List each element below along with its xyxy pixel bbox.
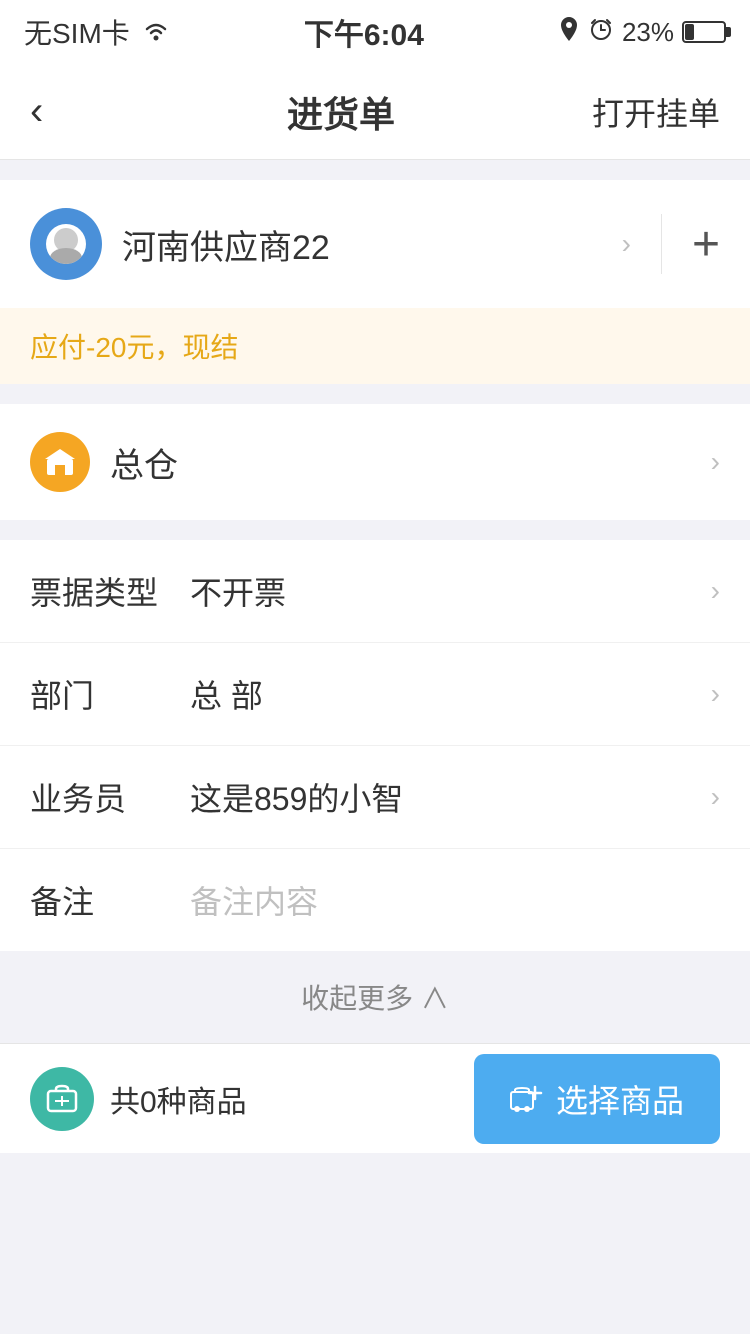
- section-gap-3: [0, 520, 750, 540]
- notice-banner: 应付-20元，现结: [0, 308, 750, 384]
- vertical-divider: [661, 214, 662, 274]
- salesman-value: 这是859的小智: [190, 774, 711, 820]
- collapse-button[interactable]: 收起更多 ∧: [0, 951, 750, 1043]
- status-left: 无SIM卡: [24, 12, 170, 52]
- status-right: 23%: [558, 15, 726, 50]
- supplier-name: 河南供应商22: [122, 220, 622, 269]
- supplier-section: 河南供应商22 › + 应付-20元，现结: [0, 180, 750, 384]
- select-product-label: 选择商品: [556, 1076, 684, 1122]
- collapse-label: 收起更多 ∧: [301, 983, 449, 1014]
- department-label: 部门: [30, 671, 190, 717]
- salesman-label: 业务员: [30, 774, 190, 820]
- battery-percent: 23%: [622, 17, 674, 48]
- department-value: 总 部: [190, 671, 711, 717]
- main-content: 河南供应商22 › + 应付-20元，现结 总仓 ›: [0, 160, 750, 1334]
- product-count-label: 共0种商品: [110, 1077, 247, 1121]
- warehouse-icon: [30, 432, 90, 492]
- status-bar: 无SIM卡 下午6:04 23%: [0, 0, 750, 64]
- status-time: 下午6:04: [304, 10, 424, 54]
- invoice-type-value: 不开票: [190, 568, 711, 614]
- open-pending-button[interactable]: 打开挂单: [592, 89, 720, 135]
- warehouse-row[interactable]: 总仓 ›: [0, 404, 750, 520]
- salesman-chevron-icon: ›: [711, 781, 720, 813]
- supplier-avatar: [30, 208, 102, 280]
- remark-label: 备注: [30, 877, 190, 923]
- back-button[interactable]: ‹: [30, 89, 90, 134]
- warehouse-chevron-icon: ›: [711, 446, 720, 478]
- department-chevron-icon: ›: [711, 678, 720, 710]
- invoice-type-label: 票据类型: [30, 568, 190, 614]
- location-icon: [558, 15, 580, 50]
- nav-bar: ‹ 进货单 打开挂单: [0, 64, 750, 160]
- product-icon: [30, 1067, 94, 1131]
- add-supplier-button[interactable]: +: [692, 217, 720, 272]
- alarm-icon: [588, 16, 614, 49]
- bottom-bar: 共0种商品 选择商品: [0, 1043, 750, 1153]
- product-info: 共0种商品: [30, 1067, 474, 1131]
- notice-text: 应付-20元，现结: [30, 332, 238, 363]
- form-section: 票据类型 不开票 › 部门 总 部 › 业务员 这是859的小智 › 备注 备注…: [0, 540, 750, 951]
- department-row[interactable]: 部门 总 部 ›: [0, 643, 750, 746]
- warehouse-name: 总仓: [110, 438, 711, 487]
- page-title: 进货单: [287, 86, 395, 138]
- select-product-button[interactable]: 选择商品: [474, 1054, 720, 1144]
- section-gap-2: [0, 384, 750, 404]
- battery-icon: [682, 21, 726, 43]
- wifi-icon: [142, 16, 170, 48]
- avatar-inner: [46, 224, 86, 264]
- invoice-type-row[interactable]: 票据类型 不开票 ›: [0, 540, 750, 643]
- section-gap-1: [0, 160, 750, 180]
- supplier-chevron-icon[interactable]: ›: [622, 228, 631, 260]
- salesman-row[interactable]: 业务员 这是859的小智 ›: [0, 746, 750, 849]
- remark-row[interactable]: 备注 备注内容: [0, 849, 750, 951]
- invoice-type-chevron-icon: ›: [711, 575, 720, 607]
- warehouse-section: 总仓 ›: [0, 404, 750, 520]
- remark-input[interactable]: 备注内容: [190, 877, 720, 923]
- carrier-label: 无SIM卡: [24, 12, 130, 52]
- supplier-row[interactable]: 河南供应商22 › +: [0, 180, 750, 308]
- supplier-actions: › +: [622, 214, 720, 274]
